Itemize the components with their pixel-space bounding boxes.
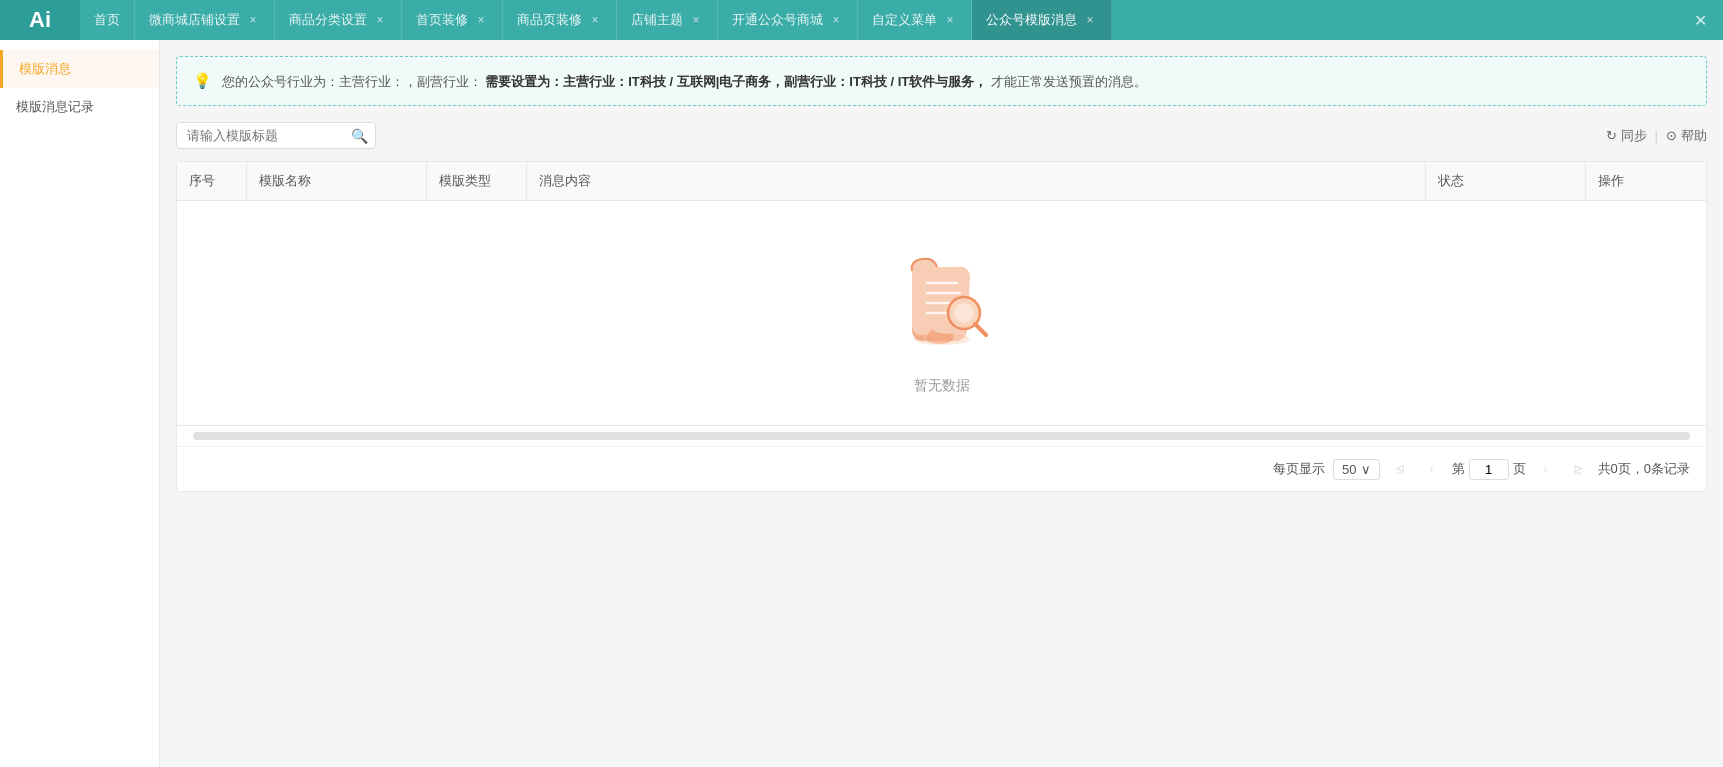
help-button[interactable]: ⊙ 帮助 (1666, 127, 1707, 145)
svg-point-6 (954, 303, 974, 323)
main-layout: 模版消息模版消息记录 💡 您的公众号行业为：主营行业：，副营行业： 需要设置为：… (0, 40, 1723, 767)
sync-button[interactable]: ↻ 同步 (1606, 127, 1647, 145)
page-size-value: 50 (1342, 462, 1356, 477)
nav-tab-1[interactable]: 微商城店铺设置 × (135, 0, 275, 40)
nav-tab-label-8: 公众号模版消息 (986, 11, 1077, 29)
nav-tab-label-0: 首页 (94, 11, 120, 29)
empty-state: 暂无数据 (177, 201, 1706, 425)
nav-tab-close-7[interactable]: × (943, 13, 957, 27)
nav-tab-label-4: 商品页装修 (517, 11, 582, 29)
search-left: 🔍 (176, 122, 376, 149)
search-icon[interactable]: 🔍 (351, 128, 368, 144)
nav-tab-7[interactable]: 自定义菜单 × (858, 0, 972, 40)
empty-text: 暂无数据 (914, 377, 970, 395)
nav-tab-3[interactable]: 首页装修 × (402, 0, 503, 40)
notice-icon: 💡 (193, 72, 212, 89)
chevron-down-icon: ∨ (1361, 462, 1371, 477)
nav-tab-close-6[interactable]: × (829, 13, 843, 27)
nav-tab-close-2[interactable]: × (373, 13, 387, 27)
nav-tab-5[interactable]: 店铺主题 × (617, 0, 718, 40)
nav-tab-label-1: 微商城店铺设置 (149, 11, 240, 29)
nav-tab-close-1[interactable]: × (246, 13, 260, 27)
notice-text-after: 才能正常发送预置的消息。 (991, 74, 1147, 89)
search-input-wrap: 🔍 (176, 122, 376, 149)
page-label-before: 第 (1452, 460, 1465, 478)
page-number-input[interactable] (1469, 459, 1509, 480)
page-total: 共0页，0条记录 (1598, 460, 1690, 478)
table-header-3: 消息内容 (527, 162, 1426, 200)
nav-tab-close-5[interactable]: × (689, 13, 703, 27)
top-nav: Ai 首页微商城店铺设置×商品分类设置×首页装修×商品页装修×店铺主题×开通公众… (0, 0, 1723, 40)
table-header: 序号模版名称模版类型消息内容状态操作 (177, 162, 1706, 201)
first-page-button[interactable]: ⊴ (1388, 457, 1412, 481)
nav-tab-close-8[interactable]: × (1083, 13, 1097, 27)
search-input[interactable] (176, 122, 376, 149)
per-page-label: 每页显示 (1273, 460, 1325, 478)
logo: Ai (0, 0, 80, 40)
table-header-4: 状态 (1426, 162, 1586, 200)
notice-highlight: 需要设置为：主营行业：IT科技 / 互联网|电子商务，副营行业：IT科技 / I… (485, 74, 987, 89)
notice-box: 💡 您的公众号行业为：主营行业：，副营行业： 需要设置为：主营行业：IT科技 /… (176, 56, 1707, 106)
nav-tab-label-2: 商品分类设置 (289, 11, 367, 29)
page-num-wrap: 第 页 (1452, 459, 1526, 480)
sidebar-item-0[interactable]: 模版消息 (0, 50, 159, 88)
nav-tab-close-4[interactable]: × (588, 13, 602, 27)
nav-tab-label-5: 店铺主题 (631, 11, 683, 29)
prev-page-button[interactable]: ‹ (1420, 457, 1444, 481)
table: 序号模版名称模版类型消息内容状态操作 (176, 161, 1707, 492)
content-area: 💡 您的公众号行业为：主营行业：，副营行业： 需要设置为：主营行业：IT科技 /… (160, 40, 1723, 767)
next-page-button[interactable]: › (1534, 457, 1558, 481)
table-header-0: 序号 (177, 162, 247, 200)
nav-tab-label-6: 开通公众号商城 (732, 11, 823, 29)
nav-tabs: 首页微商城店铺设置×商品分类设置×首页装修×商品页装修×店铺主题×开通公众号商城… (80, 0, 1688, 40)
fake-scrollbar[interactable] (193, 432, 1690, 440)
nav-tab-6[interactable]: 开通公众号商城 × (718, 0, 858, 40)
empty-icon (882, 241, 1002, 361)
sidebar-item-1[interactable]: 模版消息记录 (0, 88, 159, 126)
help-label: 帮助 (1681, 127, 1707, 145)
sidebar: 模版消息模版消息记录 (0, 40, 160, 767)
nav-tab-label-3: 首页装修 (416, 11, 468, 29)
pagination: 每页显示 50 ∨ ⊴ ‹ 第 页 › ⊵ 共0页，0条记录 (177, 446, 1706, 491)
help-icon: ⊙ (1666, 128, 1677, 143)
nav-tab-8[interactable]: 公众号模版消息 × (972, 0, 1112, 40)
nav-tab-2[interactable]: 商品分类设置 × (275, 0, 402, 40)
nav-tab-4[interactable]: 商品页装修 × (503, 0, 617, 40)
table-header-5: 操作 (1586, 162, 1706, 200)
nav-tab-close-3[interactable]: × (474, 13, 488, 27)
global-close-button[interactable]: ✕ (1688, 7, 1713, 34)
nav-tab-label-7: 自定义菜单 (872, 11, 937, 29)
last-page-button[interactable]: ⊵ (1566, 457, 1590, 481)
table-header-2: 模版类型 (427, 162, 527, 200)
scroll-bar-area (177, 425, 1706, 446)
table-header-1: 模版名称 (247, 162, 427, 200)
search-right: ↻ 同步 | ⊙ 帮助 (1606, 127, 1707, 145)
notice-text-before: 您的公众号行业为：主营行业：，副营行业： (222, 74, 482, 89)
page-size-select[interactable]: 50 ∨ (1333, 459, 1379, 480)
divider: | (1655, 128, 1658, 143)
sync-label: 同步 (1621, 127, 1647, 145)
page-label-after: 页 (1513, 460, 1526, 478)
search-bar: 🔍 ↻ 同步 | ⊙ 帮助 (176, 122, 1707, 149)
nav-tab-0[interactable]: 首页 (80, 0, 135, 40)
svg-line-7 (975, 324, 986, 335)
sync-icon: ↻ (1606, 128, 1617, 143)
